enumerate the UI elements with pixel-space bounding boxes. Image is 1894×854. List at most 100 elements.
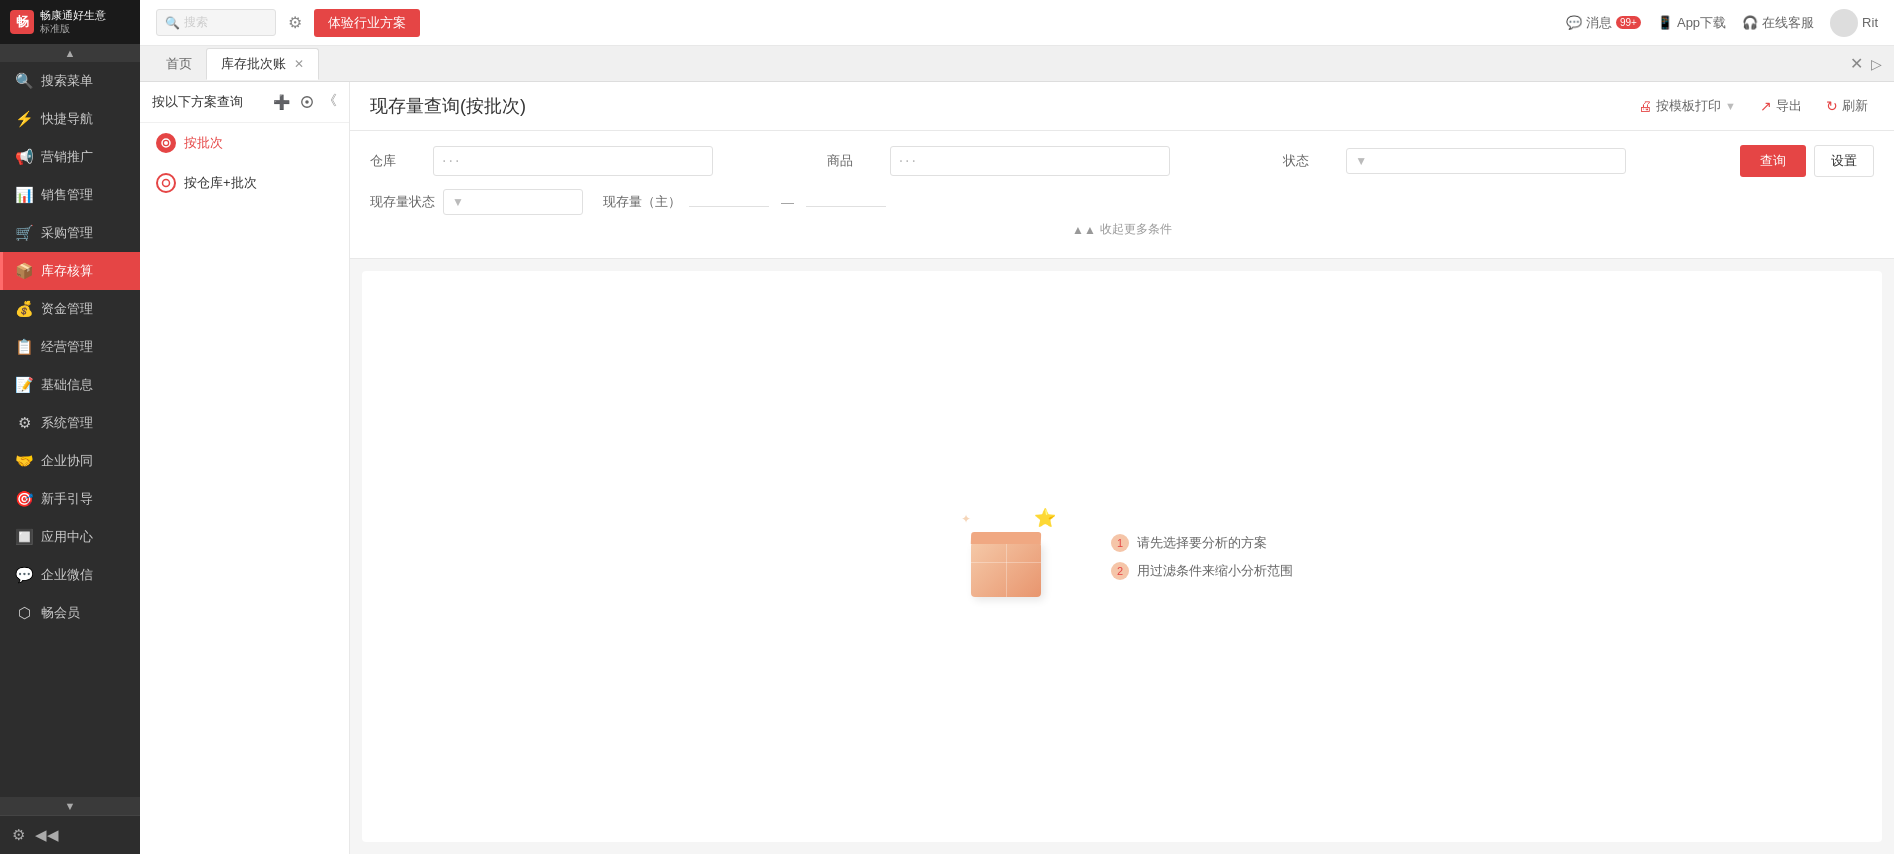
empty-hint-1: 1 请先选择要分析的方案 [1111,534,1293,552]
right-arrow-icon[interactable]: ▷ [1871,56,1882,72]
svg-point-1 [305,100,309,104]
headset-icon: 🎧 [1742,15,1758,30]
print-dropdown-icon[interactable]: ▼ [1725,100,1736,112]
plan-icon-batch [156,133,176,153]
inventory-amount-from[interactable] [689,198,769,207]
sidebar-item-finance[interactable]: 💰 资金管理 [0,290,140,328]
vip-icon: ⬡ [15,604,33,622]
status-dropdown-icon: ▼ [1355,154,1367,168]
topbar-actions: 💬 消息 99+ 📱 App下载 🎧 在线客服 Rit [1566,9,1878,37]
inventory-amount-label: 现存量（主） [603,193,681,211]
tab-close-batch[interactable]: ✕ [294,57,304,71]
tabbar: 首页 库存批次账 ✕ ✕ ▷ [140,46,1894,82]
clipboard-icon: 📋 [15,338,33,356]
messages-badge: 99+ [1616,16,1641,29]
refresh-icon: ↻ [1826,98,1838,114]
megaphone-icon: 📢 [15,148,33,166]
hint-number-1: 1 [1111,534,1129,552]
goods-input[interactable]: ··· [890,146,1170,176]
sidebar-item-sales[interactable]: 📊 销售管理 [0,176,140,214]
sidebar-item-inventory[interactable]: 📦 库存核算 [0,252,140,290]
online-service-button[interactable]: 🎧 在线客服 [1742,14,1814,32]
sidebar-logo: 畅 [10,10,34,34]
collapse-panel-button[interactable]: 《 [323,92,337,112]
plan-icon-warehouse [156,173,176,193]
print-icon: 🖨 [1638,98,1652,114]
empty-illustration: ⭐ ✦ [951,497,1071,617]
sidebar-footer: ⚙ ◀◀ [0,815,140,854]
filter-row-1: 仓库 ··· 商品 ··· 状态 ▼ [370,145,1874,177]
export-button[interactable]: ↗ 导出 [1754,94,1808,118]
sidebar-item-search[interactable]: 🔍 搜索菜单 [0,62,140,100]
sidebar-title: 畅康通好生意 [40,8,106,22]
user-avatar-button[interactable]: Rit [1830,9,1878,37]
right-panel-close: ✕ ▷ [1850,54,1882,73]
messages-button[interactable]: 💬 消息 99+ [1566,14,1641,32]
sidebar-scroll-up[interactable]: ▲ [0,44,140,62]
filter-status: 状态 ▼ [1283,148,1724,174]
filter-inventory-status: 现存量状态 ▼ [370,189,583,215]
inventory-status-input[interactable]: ▼ [443,189,583,215]
topbar-gear-icon[interactable]: ⚙ [288,13,302,32]
warehouse-label: 仓库 [370,152,425,170]
sidebar-item-enterprise[interactable]: 🤝 企业协同 [0,442,140,480]
settings-plan-button[interactable] [297,92,317,112]
goods-label: 商品 [827,152,882,170]
sidebar-settings-button[interactable]: ⚙ [12,826,25,844]
sidebar-scroll-down[interactable]: ▼ [0,797,140,815]
topbar-search-box[interactable]: 🔍 搜索 [156,9,276,36]
warehouse-input[interactable]: ··· [433,146,713,176]
svg-point-4 [163,180,170,187]
sidebar-item-shortcut[interactable]: ⚡ 快捷导航 [0,100,140,138]
left-panel-actions: ➕ 《 [271,92,337,112]
print-button[interactable]: 🖨 按模板打印 ▼ [1632,94,1742,118]
handshake-icon: 🤝 [15,452,33,470]
right-content: 现存量查询(按批次) 🖨 按模板打印 ▼ ↗ 导出 ↻ 刷新 [350,82,1894,854]
filter-warehouse: 仓库 ··· [370,146,811,176]
sidebar-subtitle: 标准版 [40,22,106,36]
sidebar-collapse-button[interactable]: ◀◀ [35,826,59,844]
filter-dash: — [781,195,794,210]
inventory-status-label: 现存量状态 [370,193,435,211]
refresh-button[interactable]: ↻ 刷新 [1820,94,1874,118]
sidebar-item-member[interactable]: ⬡ 畅会员 [0,594,140,632]
sidebar-item-system[interactable]: ⚙ 系统管理 [0,404,140,442]
sidebar-item-purchase[interactable]: 🛒 采购管理 [0,214,140,252]
add-plan-button[interactable]: ➕ [271,92,291,112]
filter-inventory-amount: 现存量（主） — [603,193,886,211]
sidebar-item-basic[interactable]: 📝 基础信息 [0,366,140,404]
tab-home[interactable]: 首页 [152,49,206,79]
left-panel-title: 按以下方案查询 [152,93,243,111]
phone-icon: 📱 [1657,15,1673,30]
query-button[interactable]: 查询 [1740,145,1806,177]
sidebar-item-marketing[interactable]: 📢 营销推广 [0,138,140,176]
message-icon: 💬 [1566,15,1582,30]
plan-item-warehouse-batch[interactable]: 按仓库+批次 [140,163,349,203]
inventory-amount-to[interactable] [806,198,886,207]
inv-status-dropdown-icon: ▼ [452,195,464,209]
chart-icon: 📊 [15,186,33,204]
main-area: 🔍 搜索 ⚙ 体验行业方案 💬 消息 99+ 📱 App下载 🎧 在线客服 Ri… [140,0,1894,854]
sidebar-item-apps[interactable]: 🔲 应用中心 [0,518,140,556]
status-input[interactable]: ▼ [1346,148,1626,174]
filter-row-2: 现存量状态 ▼ 现存量（主） — [370,189,1874,215]
collapse-up-icon: ▲▲ [1072,223,1096,237]
cart-icon: 🛒 [15,224,33,242]
settings-button[interactable]: 设置 [1814,145,1874,177]
search-placeholder: 搜索 [184,14,208,31]
tab-batch[interactable]: 库存批次账 ✕ [206,48,319,80]
plan-item-batch[interactable]: 按批次 [140,123,349,163]
experience-button[interactable]: 体验行业方案 [314,9,420,37]
money-icon: 💰 [15,300,33,318]
empty-text: 1 请先选择要分析的方案 2 用过滤条件来缩小分析范围 [1111,534,1293,580]
sidebar-nav: 🔍 搜索菜单 ⚡ 快捷导航 📢 营销推广 📊 销售管理 🛒 采购管理 📦 库存核… [0,62,140,797]
empty-hint-2: 2 用过滤条件来缩小分析范围 [1111,562,1293,580]
gear-icon: ⚙ [15,414,33,432]
topbar: 🔍 搜索 ⚙ 体验行业方案 💬 消息 99+ 📱 App下载 🎧 在线客服 Ri… [140,0,1894,46]
sidebar-item-newbie[interactable]: 🎯 新手引导 [0,480,140,518]
sidebar-item-operation[interactable]: 📋 经营管理 [0,328,140,366]
sidebar-item-wechat[interactable]: 💬 企业微信 [0,556,140,594]
collapse-row[interactable]: ▲▲ 收起更多条件 [370,215,1874,244]
close-icon[interactable]: ✕ [1850,54,1863,73]
app-download-button[interactable]: 📱 App下载 [1657,14,1726,32]
